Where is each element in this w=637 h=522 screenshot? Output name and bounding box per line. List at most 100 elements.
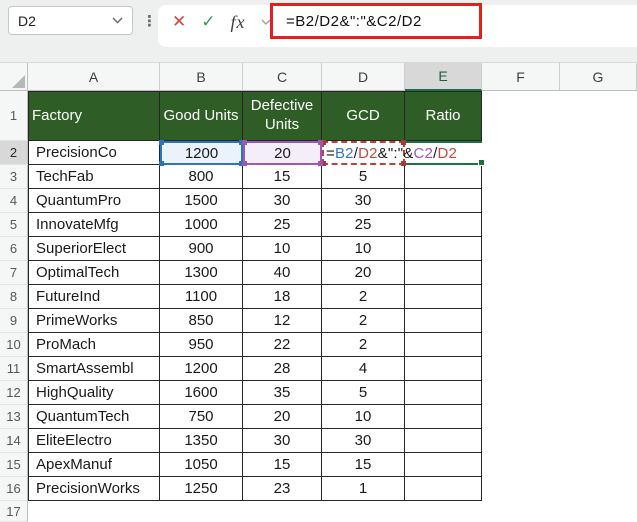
cell-C17[interactable]: [243, 501, 322, 522]
cell-E11[interactable]: [405, 357, 482, 381]
cell-B7[interactable]: 1300: [160, 261, 243, 285]
cell-G1[interactable]: [560, 91, 637, 141]
cell-E5[interactable]: [405, 213, 482, 237]
cell-D2[interactable]: = B2/D2 &":"& C2/D2: [321, 140, 457, 166]
cell-B5[interactable]: 1000: [160, 213, 243, 237]
column-header-B[interactable]: B: [160, 63, 243, 91]
cell-D16[interactable]: 1: [322, 477, 405, 501]
cell-E7[interactable]: [405, 261, 482, 285]
cell-B13[interactable]: 750: [160, 405, 243, 429]
cell-F9[interactable]: [482, 309, 560, 333]
cell-E9[interactable]: [405, 309, 482, 333]
row-header-14[interactable]: 14: [0, 429, 28, 453]
cell-A16[interactable]: PrecisionWorks: [28, 477, 160, 501]
cell-A2[interactable]: PrecisionCo: [28, 141, 160, 165]
cell-C8[interactable]: 18: [243, 285, 322, 309]
cell-B16[interactable]: 1250: [160, 477, 243, 501]
row-header-17[interactable]: 17: [0, 501, 28, 522]
cell-D5[interactable]: 25: [322, 213, 405, 237]
cell-A5[interactable]: InnovateMfg: [28, 213, 160, 237]
cell-G8[interactable]: [560, 285, 637, 309]
cell-E6[interactable]: [405, 237, 482, 261]
cell-D11[interactable]: 4: [322, 357, 405, 381]
name-box-dropdown-icon[interactable]: [112, 17, 123, 24]
cell-E13[interactable]: [405, 405, 482, 429]
cell-F12[interactable]: [482, 381, 560, 405]
row-header-5[interactable]: 5: [0, 213, 28, 237]
cell-B17[interactable]: [160, 501, 243, 522]
cell-B15[interactable]: 1050: [160, 453, 243, 477]
cell-G7[interactable]: [560, 261, 637, 285]
row-header-3[interactable]: 3: [0, 165, 28, 189]
column-header-C[interactable]: C: [243, 63, 322, 91]
cell-E16[interactable]: [405, 477, 482, 501]
cell-C16[interactable]: 23: [243, 477, 322, 501]
cell-E3[interactable]: [405, 165, 482, 189]
cell-G3[interactable]: [560, 165, 637, 189]
cell-C14[interactable]: 30: [243, 429, 322, 453]
cell-G9[interactable]: [560, 309, 637, 333]
cancel-icon[interactable]: ✕: [172, 12, 186, 32]
row-header-1[interactable]: 1: [0, 91, 28, 141]
cell-A8[interactable]: FutureInd: [28, 285, 160, 309]
cell-G11[interactable]: [560, 357, 637, 381]
select-all-button[interactable]: [0, 63, 28, 91]
cell-B12[interactable]: 1600: [160, 381, 243, 405]
cell-G12[interactable]: [560, 381, 637, 405]
cell-B4[interactable]: 1500: [160, 189, 243, 213]
cell-D7[interactable]: 20: [322, 261, 405, 285]
cell-E17[interactable]: [405, 501, 482, 522]
cell-F6[interactable]: [482, 237, 560, 261]
cell-G6[interactable]: [560, 237, 637, 261]
cell-C7[interactable]: 40: [243, 261, 322, 285]
cell-F11[interactable]: [482, 357, 560, 381]
cell-G13[interactable]: [560, 405, 637, 429]
cell-A14[interactable]: EliteElectro: [28, 429, 160, 453]
column-header-E[interactable]: E: [405, 63, 482, 91]
cell-B14[interactable]: 1350: [160, 429, 243, 453]
cell-D12[interactable]: 5: [322, 381, 405, 405]
cell-F13[interactable]: [482, 405, 560, 429]
cell-B8[interactable]: 1100: [160, 285, 243, 309]
cell-D3[interactable]: 5: [322, 165, 405, 189]
cell-D6[interactable]: 10: [322, 237, 405, 261]
cell-B10[interactable]: 950: [160, 333, 243, 357]
cell-E10[interactable]: [405, 333, 482, 357]
row-header-7[interactable]: 7: [0, 261, 28, 285]
cell-E15[interactable]: [405, 453, 482, 477]
cell-C2[interactable]: 20: [242, 140, 323, 166]
row-header-6[interactable]: 6: [0, 237, 28, 261]
row-header-12[interactable]: 12: [0, 381, 28, 405]
cell-D1[interactable]: GCD: [322, 91, 405, 141]
cell-F16[interactable]: [482, 477, 560, 501]
cell-C6[interactable]: 10: [243, 237, 322, 261]
cell-D17[interactable]: [322, 501, 405, 522]
cell-F14[interactable]: [482, 429, 560, 453]
column-header-D[interactable]: D: [322, 63, 405, 91]
cell-B11[interactable]: 1200: [160, 357, 243, 381]
enter-icon[interactable]: ✓: [201, 12, 215, 32]
row-header-11[interactable]: 11: [0, 357, 28, 381]
cell-A6[interactable]: SuperiorElect: [28, 237, 160, 261]
in-cell-formula[interactable]: = B2/D2 &":"& C2/D2: [326, 143, 457, 163]
cell-B3[interactable]: 800: [160, 165, 243, 189]
cell-A4[interactable]: QuantumPro: [28, 189, 160, 213]
cell-D4[interactable]: 30: [322, 189, 405, 213]
cell-C13[interactable]: 20: [243, 405, 322, 429]
cell-C9[interactable]: 12: [243, 309, 322, 333]
cell-D9[interactable]: 2: [322, 309, 405, 333]
cell-F15[interactable]: [482, 453, 560, 477]
cell-A13[interactable]: QuantumTech: [28, 405, 160, 429]
formula-bar-chevron-icon[interactable]: [261, 12, 271, 25]
cell-F17[interactable]: [482, 501, 560, 522]
cell-C5[interactable]: 25: [243, 213, 322, 237]
cell-E8[interactable]: [405, 285, 482, 309]
cell-B1[interactable]: Good Units: [160, 91, 243, 141]
cell-C15[interactable]: 15: [243, 453, 322, 477]
row-header-10[interactable]: 10: [0, 333, 28, 357]
cell-G14[interactable]: [560, 429, 637, 453]
cell-A17[interactable]: [28, 501, 160, 522]
cell-D13[interactable]: 10: [322, 405, 405, 429]
cell-E12[interactable]: [405, 381, 482, 405]
cell-E1[interactable]: Ratio: [405, 91, 482, 141]
